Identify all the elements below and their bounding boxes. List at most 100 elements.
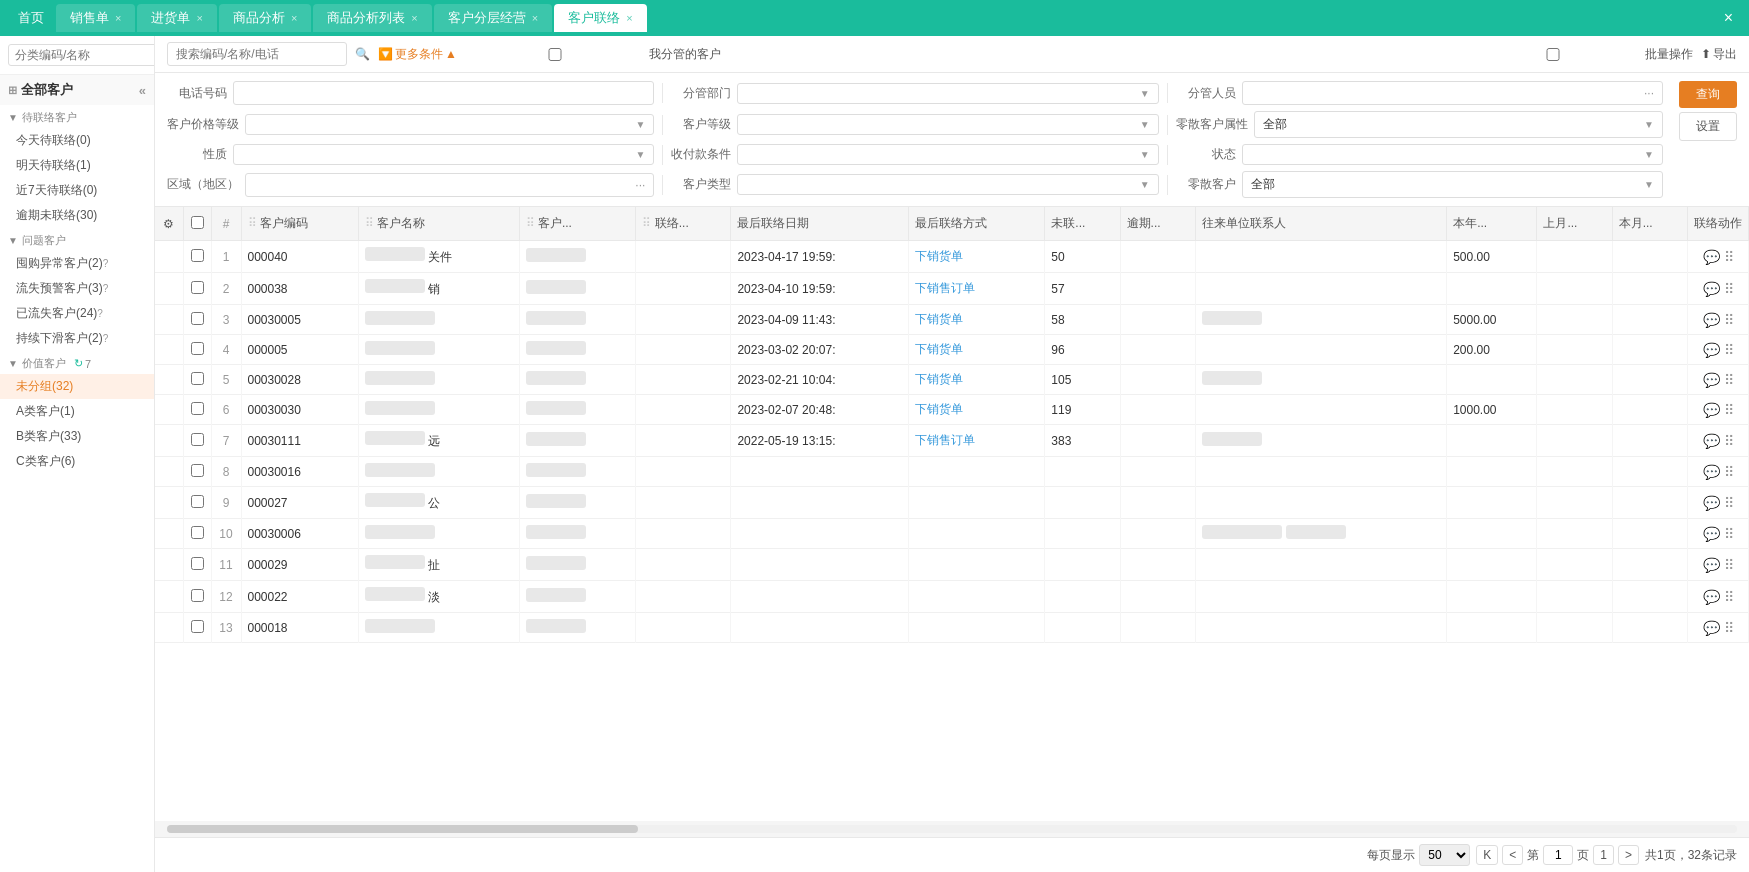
search-input[interactable]	[167, 42, 347, 66]
row-checkbox[interactable]	[191, 526, 204, 539]
my-customers-checkbox[interactable]: 我分管的客户	[465, 46, 721, 63]
row-checkbox[interactable]	[191, 433, 204, 446]
row-checkbox-cell[interactable]	[183, 395, 211, 425]
sidebar-section-problem[interactable]: ▼ 问题客户	[0, 228, 154, 251]
row-checkbox-cell[interactable]	[183, 365, 211, 395]
more-action-icon[interactable]: ⠿	[1724, 495, 1734, 511]
region-dots-icon[interactable]: ···	[635, 178, 645, 192]
contact-type-link[interactable]: 下销货单	[915, 342, 963, 356]
sidebar-search-input[interactable]	[8, 44, 155, 66]
message-icon[interactable]: 💬	[1703, 433, 1720, 449]
select-all-checkbox[interactable]	[191, 216, 204, 229]
sidebar-item-class-c[interactable]: C类客户(6)	[0, 449, 154, 474]
payment-select[interactable]: ▼	[737, 144, 1158, 165]
contact-type-link[interactable]: 下销售订单	[915, 281, 975, 295]
name-column-header[interactable]: ⠿ 客户名称	[358, 207, 519, 241]
nature-select[interactable]: ▼	[233, 144, 654, 165]
contact-type-link[interactable]: 下销货单	[915, 372, 963, 386]
row-checkbox-cell[interactable]	[183, 241, 211, 273]
sidebar-item-7days-pending[interactable]: 近7天待联络(0)	[0, 178, 154, 203]
row-checkbox[interactable]	[191, 464, 204, 477]
message-icon[interactable]: 💬	[1703, 249, 1720, 265]
sidebar-section-pending[interactable]: ▼ 待联络客户	[0, 105, 154, 128]
row-checkbox-cell[interactable]	[183, 273, 211, 305]
more-action-icon[interactable]: ⠿	[1724, 620, 1734, 636]
search-icon[interactable]: 🔍	[355, 47, 370, 61]
settings-icon[interactable]: ⚙	[163, 217, 174, 231]
close-tab-sales-order[interactable]: ×	[115, 12, 121, 24]
row-checkbox-cell[interactable]	[183, 613, 211, 643]
contact-person-header[interactable]: 往来单位联系人	[1195, 207, 1446, 241]
code-column-header[interactable]: ⠿ 客户编码	[241, 207, 358, 241]
manager-select[interactable]: ···	[1242, 81, 1663, 105]
last-page-button[interactable]: >	[1618, 845, 1639, 865]
phone-input[interactable]	[233, 81, 654, 105]
year-amount-header[interactable]: 本年...	[1447, 207, 1537, 241]
contact-column-header[interactable]: ⠿ 联络...	[636, 207, 731, 241]
more-action-icon[interactable]: ⠿	[1724, 433, 1734, 449]
row-checkbox[interactable]	[191, 312, 204, 325]
contact-type-link[interactable]: 下销货单	[915, 402, 963, 416]
manager-dots-icon[interactable]: ···	[1644, 86, 1654, 100]
row-checkbox[interactable]	[191, 249, 204, 262]
home-tab[interactable]: 首页	[8, 9, 54, 27]
last-contact-type-header[interactable]: 最后联络方式	[909, 207, 1045, 241]
tab-product-analysis[interactable]: 商品分析 ×	[219, 4, 311, 32]
cust-level-select[interactable]: ▼	[737, 114, 1158, 135]
batch-check[interactable]	[1463, 48, 1643, 61]
row-checkbox[interactable]	[191, 557, 204, 570]
no-contact-header[interactable]: 未联...	[1045, 207, 1120, 241]
my-customers-check[interactable]	[465, 48, 645, 61]
last-month-header[interactable]: 上月...	[1537, 207, 1612, 241]
tab-sales-order[interactable]: 销售单 ×	[56, 4, 135, 32]
export-button[interactable]: ⬆ 导出	[1701, 46, 1737, 63]
next-page-button[interactable]: 1	[1593, 845, 1614, 865]
scrollbar-thumb[interactable]	[167, 825, 638, 833]
message-icon[interactable]: 💬	[1703, 526, 1720, 542]
query-button[interactable]: 查询	[1679, 81, 1737, 108]
message-icon[interactable]: 💬	[1703, 620, 1720, 636]
settings-column-header[interactable]: ⚙	[155, 207, 183, 241]
type-column-header[interactable]: ⠿ 客户...	[519, 207, 636, 241]
row-checkbox-cell[interactable]	[183, 519, 211, 549]
message-icon[interactable]: 💬	[1703, 402, 1720, 418]
help-icon-2[interactable]: ?	[103, 283, 109, 294]
message-icon[interactable]: 💬	[1703, 464, 1720, 480]
sidebar-item-churned[interactable]: 已流失客户(24) ?	[0, 301, 154, 326]
overdue-header[interactable]: 逾期...	[1120, 207, 1195, 241]
page-size-select[interactable]: 50 20 100	[1419, 844, 1470, 866]
row-checkbox[interactable]	[191, 342, 204, 355]
sidebar-all-customers[interactable]: ⊞ 全部客户 «	[0, 75, 154, 105]
more-action-icon[interactable]: ⠿	[1724, 557, 1734, 573]
more-action-icon[interactable]: ⠿	[1724, 249, 1734, 265]
tab-customer-segment[interactable]: 客户分层经营 ×	[434, 4, 552, 32]
more-action-icon[interactable]: ⠿	[1724, 372, 1734, 388]
message-icon[interactable]: 💬	[1703, 372, 1720, 388]
sidebar-item-churn-warning[interactable]: 流失预警客户(3) ?	[0, 276, 154, 301]
collapse-sidebar-icon[interactable]: «	[139, 83, 146, 98]
close-tab-segment[interactable]: ×	[532, 12, 538, 24]
message-icon[interactable]: 💬	[1703, 589, 1720, 605]
row-checkbox[interactable]	[191, 589, 204, 602]
reset-button[interactable]: 设置	[1679, 112, 1737, 141]
sidebar-item-tomorrow-pending[interactable]: 明天待联络(1)	[0, 153, 154, 178]
first-page-button[interactable]: K	[1476, 845, 1498, 865]
more-conditions-button[interactable]: 🔽 更多条件 ▲	[378, 46, 457, 63]
region-select[interactable]: ···	[245, 173, 654, 197]
dept-select[interactable]: ▼	[737, 83, 1158, 104]
contact-type-link[interactable]: 下销货单	[915, 249, 963, 263]
help-icon-3[interactable]: ?	[97, 308, 103, 319]
sidebar-item-ungrouped[interactable]: 未分组(32)	[0, 374, 154, 399]
row-checkbox[interactable]	[191, 495, 204, 508]
close-tab-product-list[interactable]: ×	[411, 12, 417, 24]
row-checkbox[interactable]	[191, 281, 204, 294]
more-action-icon[interactable]: ⠿	[1724, 281, 1734, 297]
tab-customer-contact[interactable]: 客户联络 ×	[554, 4, 646, 32]
this-month-header[interactable]: 本月...	[1612, 207, 1687, 241]
tab-product-analysis-list[interactable]: 商品分析列表 ×	[313, 4, 431, 32]
row-checkbox-cell[interactable]	[183, 305, 211, 335]
row-checkbox-cell[interactable]	[183, 581, 211, 613]
page-number-input[interactable]	[1543, 845, 1573, 865]
contact-type-link[interactable]: 下销售订单	[915, 433, 975, 447]
sidebar-item-abnormal[interactable]: 囤购异常客户(2) ?	[0, 251, 154, 276]
